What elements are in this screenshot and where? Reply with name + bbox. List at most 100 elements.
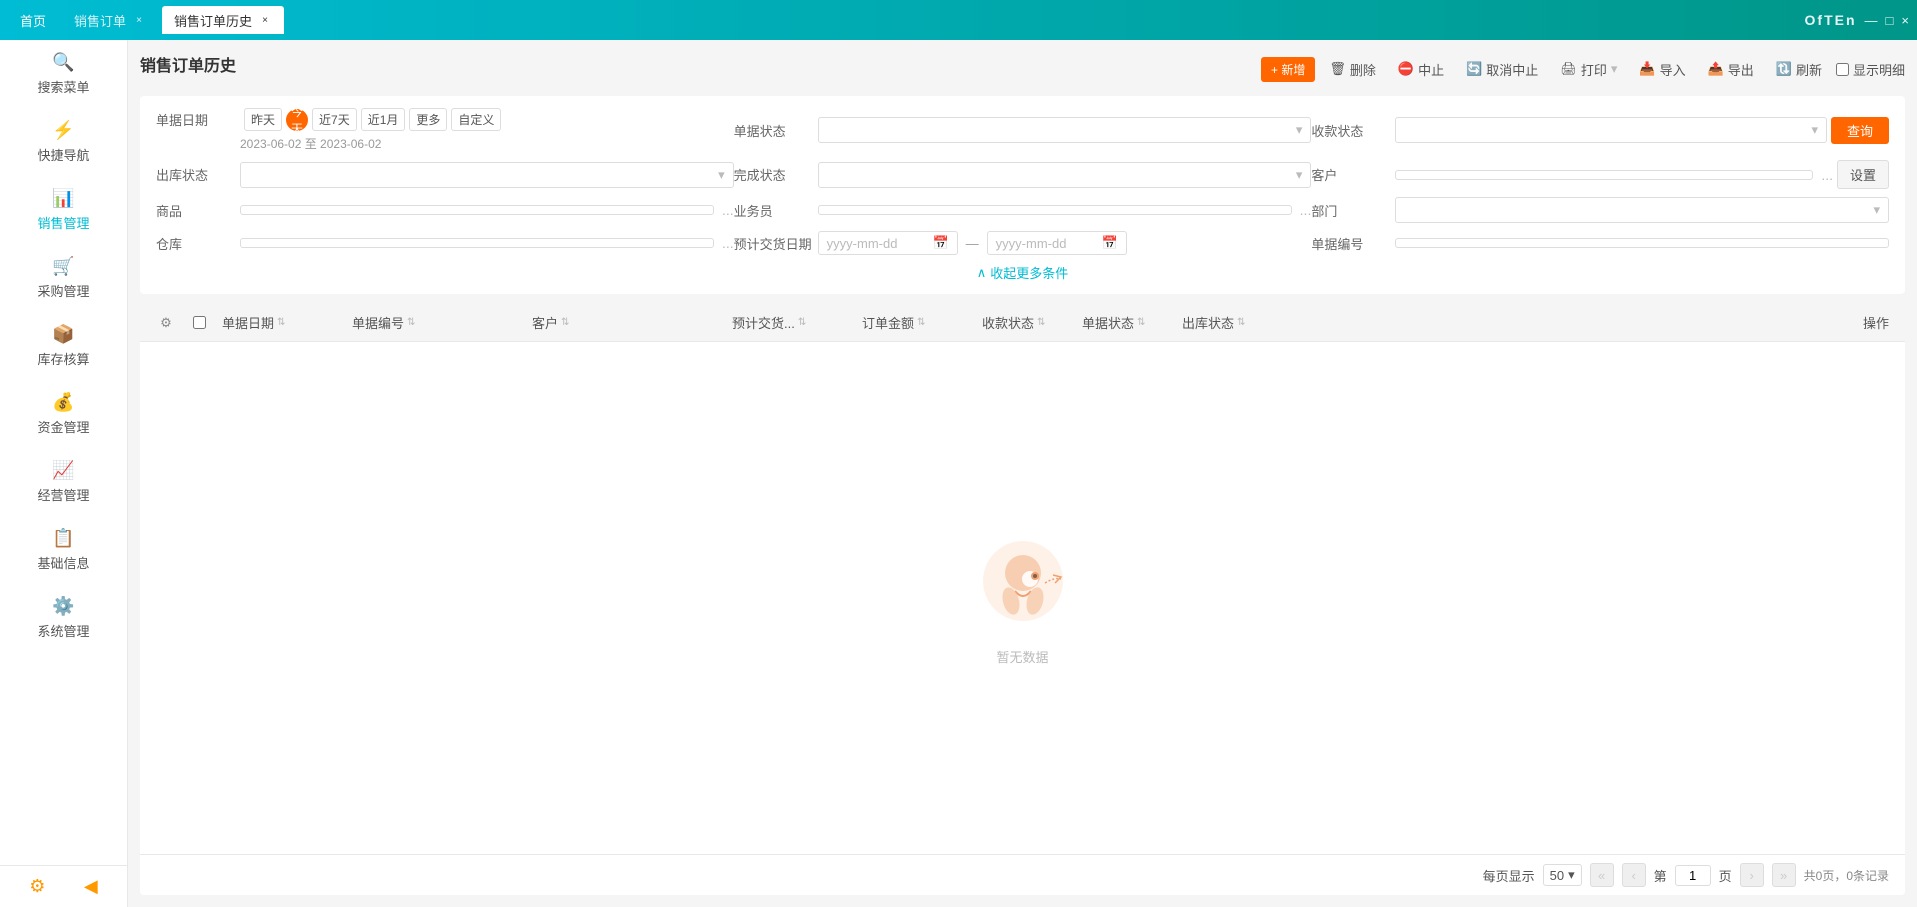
sidebar-item-sales[interactable]: 📊 销售管理: [0, 176, 127, 244]
delete-button[interactable]: 🗑 删除: [1321, 56, 1384, 83]
customer-dots[interactable]: ...: [1821, 167, 1833, 183]
th-no[interactable]: 单据编号 ⇅: [344, 313, 524, 332]
date-range-display: 2023-06-02 至 2023-06-02: [240, 135, 381, 152]
window-close[interactable]: ×: [1901, 13, 1909, 28]
cancel-stop-button[interactable]: 🔄 取消中止: [1458, 56, 1546, 83]
collapse-more-conditions[interactable]: ∧ 收起更多条件: [156, 263, 1889, 282]
first-page-button[interactable]: «: [1590, 863, 1614, 887]
tab-sales-order-label: 销售订单: [74, 11, 126, 30]
current-page-input[interactable]: [1675, 865, 1711, 886]
sidebar-item-search[interactable]: 🔍 搜索菜单: [0, 40, 127, 108]
sidebar-item-basic-info[interactable]: 📋 基础信息: [0, 516, 127, 584]
th-warehouse-status[interactable]: 出库状态 ⇅: [1174, 313, 1274, 332]
sidebar-item-finance[interactable]: 💰 资金管理: [0, 380, 127, 448]
top-bar: 首页 销售订单 × 销售订单历史 × OfTEn — □ ×: [0, 0, 1917, 40]
department-select[interactable]: ▾: [1395, 197, 1889, 223]
stop-icon: ⛔: [1398, 61, 1414, 77]
sidebar-item-system[interactable]: ⚙️ 系统管理: [0, 584, 127, 652]
th-bill-status[interactable]: 单据状态 ⇅: [1074, 313, 1174, 332]
print-dropdown-icon[interactable]: ▾: [1611, 61, 1618, 77]
pay-status-select[interactable]: ▾: [1395, 117, 1827, 143]
salesperson-dots[interactable]: ...: [1300, 202, 1312, 218]
tab-list: 首页 销售订单 × 销售订单历史 ×: [8, 6, 1801, 34]
delivery-date-from-text: yyyy-mm-dd: [827, 236, 898, 251]
tab-home-label: 首页: [20, 11, 46, 30]
sidebar-item-inventory[interactable]: 📦 库存核算: [0, 312, 127, 380]
prev-page-button[interactable]: ‹: [1622, 863, 1646, 887]
salesperson-input[interactable]: [818, 205, 1292, 215]
export-label: 导出: [1728, 60, 1754, 79]
warehouse-status-select[interactable]: ▾: [240, 162, 734, 188]
window-minimize[interactable]: —: [1865, 13, 1878, 28]
product-input[interactable]: [240, 205, 714, 215]
calendar-from-icon: 📅: [932, 235, 948, 251]
table-header: ⚙ 单据日期 ⇅ 单据编号 ⇅ 客户 ⇅ 预计交货...: [140, 304, 1905, 342]
quick-nav-icon: ⚡: [52, 120, 74, 141]
tab-sales-order-history-label: 销售订单历史: [174, 11, 252, 30]
complete-status-label: 完成状态: [734, 165, 814, 184]
window-maximize[interactable]: □: [1886, 13, 1894, 28]
sort-no-icon: ⇅: [407, 317, 415, 328]
warehouse-input[interactable]: [240, 238, 714, 248]
basic-info-icon: 📋: [52, 528, 74, 549]
bill-no-input[interactable]: [1395, 238, 1889, 248]
sidebar-item-quick-nav[interactable]: ⚡ 快捷导航: [0, 108, 127, 176]
settings-button[interactable]: 设置: [1837, 160, 1889, 189]
display-dense-label: 显示明细: [1853, 60, 1905, 79]
export-button[interactable]: 📤 导出: [1700, 56, 1762, 83]
stop-button[interactable]: ⛔ 中止: [1390, 56, 1452, 83]
date-btn-yesterday[interactable]: 昨天: [244, 108, 282, 131]
tab-sales-order-history-close[interactable]: ×: [258, 13, 272, 27]
product-dots[interactable]: ...: [722, 202, 734, 218]
tab-home[interactable]: 首页: [8, 6, 58, 34]
content-area: 销售订单历史 + 新增 🗑 删除 ⛔ 中止 🔄 取消中止 🖨 打印: [128, 40, 1917, 907]
import-button[interactable]: 📥 导入: [1631, 56, 1693, 83]
delivery-date-to[interactable]: yyyy-mm-dd 📅: [987, 231, 1127, 255]
sidebar-item-purchase[interactable]: 🛒 采购管理: [0, 244, 127, 312]
pay-status-label: 收款状态: [1311, 121, 1391, 140]
header-actions: + 新增 🗑 删除 ⛔ 中止 🔄 取消中止 🖨 打印 ▾: [1261, 56, 1905, 83]
settings-bottom-icon[interactable]: ⚙: [29, 876, 45, 897]
th-amount[interactable]: 订单金额 ⇅: [854, 313, 974, 332]
sidebar-item-operations[interactable]: 📈 经营管理: [0, 448, 127, 516]
last-page-button[interactable]: »: [1772, 863, 1796, 887]
bill-no-label: 单据编号: [1311, 234, 1391, 253]
column-settings-button[interactable]: ⚙: [148, 315, 184, 331]
warehouse-dots[interactable]: ...: [722, 235, 734, 251]
tab-sales-order-history[interactable]: 销售订单历史 ×: [162, 6, 284, 34]
th-delivery[interactable]: 预计交货... ⇅: [724, 313, 854, 332]
delivery-date-from[interactable]: yyyy-mm-dd 📅: [818, 231, 958, 255]
print-button[interactable]: 🖨 打印 ▾: [1552, 56, 1625, 83]
refresh-icon: 🔃: [1776, 61, 1792, 77]
date-btn-more[interactable]: 更多: [409, 108, 447, 131]
add-button[interactable]: + 新增: [1261, 57, 1315, 82]
th-bill-status-label: 单据状态: [1082, 313, 1134, 332]
date-btn-7days[interactable]: 近7天: [312, 108, 357, 131]
display-dense-checkbox[interactable]: [1836, 63, 1849, 76]
delivery-date-to-text: yyyy-mm-dd: [996, 236, 1067, 251]
export-icon: 📤: [1708, 61, 1724, 77]
complete-status-select[interactable]: ▾: [818, 162, 1312, 188]
purchase-icon: 🛒: [52, 256, 74, 277]
tab-sales-order[interactable]: 销售订单 ×: [62, 6, 158, 34]
tab-sales-order-close[interactable]: ×: [132, 13, 146, 27]
date-btn-today[interactable]: 今天: [286, 109, 308, 131]
display-dense-toggle[interactable]: 显示明细: [1836, 60, 1905, 79]
status-select[interactable]: ▾: [818, 117, 1312, 143]
date-btn-custom[interactable]: 自定义: [451, 108, 501, 131]
next-page-button[interactable]: ›: [1740, 863, 1764, 887]
sidebar-item-finance-label: 资金管理: [37, 417, 89, 436]
query-button[interactable]: 查询: [1831, 117, 1889, 144]
refresh-button[interactable]: 🔃 刷新: [1768, 56, 1830, 83]
th-customer[interactable]: 客户 ⇅: [524, 313, 724, 332]
customer-input[interactable]: [1395, 170, 1813, 180]
page-size-select[interactable]: 50 ▾: [1543, 864, 1582, 886]
select-all-checkbox[interactable]: [193, 316, 206, 329]
date-btn-1month[interactable]: 近1月: [361, 108, 406, 131]
th-date[interactable]: 单据日期 ⇅: [214, 313, 344, 332]
sort-warehouse-status-icon: ⇅: [1237, 317, 1245, 328]
brand-label: OfTEn: [1805, 12, 1857, 28]
th-pay-status[interactable]: 收款状态 ⇅: [974, 313, 1074, 332]
collapse-sidebar-icon[interactable]: ◀: [84, 876, 98, 897]
page-header: 销售订单历史 + 新增 🗑 删除 ⛔ 中止 🔄 取消中止 🖨 打印: [140, 52, 1905, 86]
